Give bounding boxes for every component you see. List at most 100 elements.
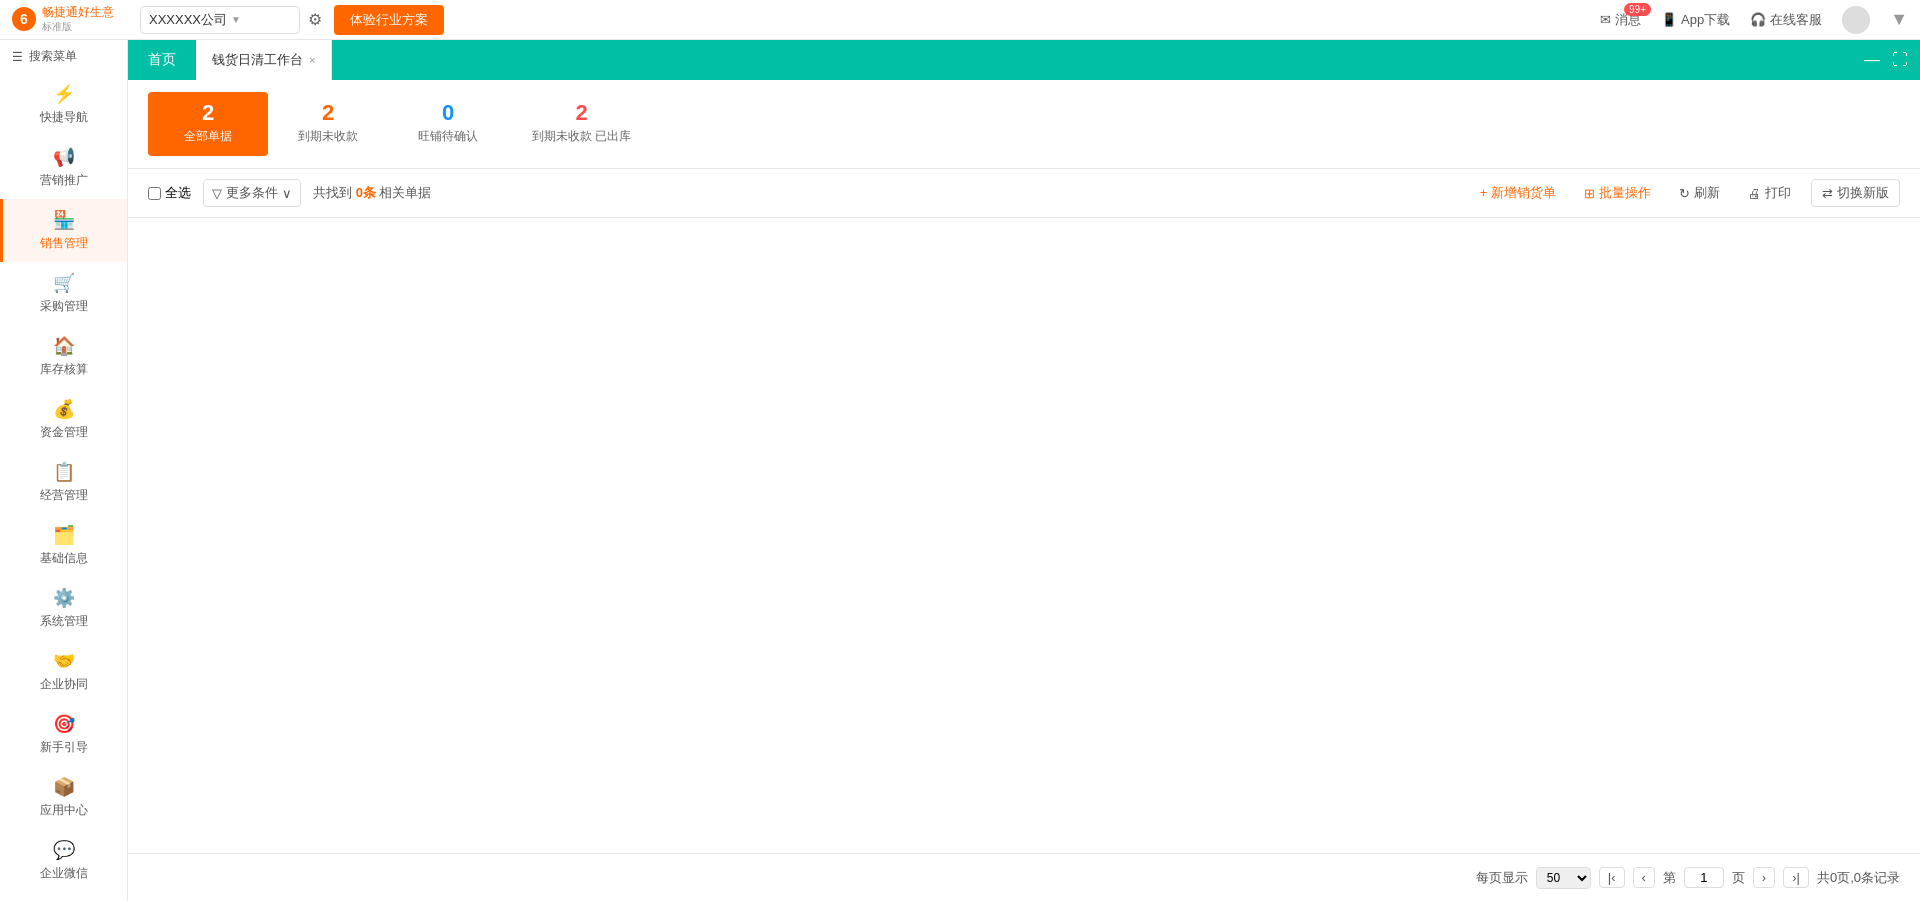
sidebar-item-finance[interactable]: 💰 资金管理 — [0, 388, 127, 451]
app-download-button[interactable]: 📱 App下载 — [1661, 11, 1730, 29]
sales-icon: 🏪 — [53, 209, 75, 231]
stat-tab-pending[interactable]: 0 旺铺待确认 — [388, 92, 508, 156]
sidebar-item-system[interactable]: ⚙️ 系统管理 — [0, 577, 127, 640]
stat-label-overdue: 到期未收款 — [298, 128, 358, 145]
stat-count-shipped: 2 — [576, 100, 588, 126]
sales-label: 销售管理 — [40, 235, 88, 252]
page-summary: 共0页,0条记录 — [1817, 869, 1900, 887]
last-page-button[interactable]: ›| — [1783, 867, 1809, 888]
quick-nav-label: 快捷导航 — [40, 109, 88, 126]
search-menu-icon: ☰ — [12, 50, 23, 64]
checkbox-input[interactable] — [148, 187, 161, 200]
tab-label: 钱货日清工作台 — [212, 51, 303, 69]
tab-maximize-button[interactable]: ⛶ — [1888, 47, 1912, 73]
avatar[interactable] — [1842, 6, 1870, 34]
switch-icon: ⇄ — [1822, 186, 1833, 201]
chevron-down-icon: ▼ — [231, 14, 241, 25]
marketing-label: 营销推广 — [40, 172, 88, 189]
sidebar-item-enterprise[interactable]: 🤝 企业协同 — [0, 640, 127, 703]
app-center-label: 应用中心 — [40, 802, 88, 819]
enterprise-icon: 🤝 — [53, 650, 75, 672]
sidebar-item-sales[interactable]: 🏪 销售管理 — [0, 199, 127, 262]
service-icon: 🎧 — [1750, 12, 1766, 27]
trial-button[interactable]: 体验行业方案 — [334, 5, 444, 35]
page-content: 2 全部单据 2 到期未收款 0 旺铺待确认 2 到期未收款 已出库 — [128, 80, 1920, 901]
stat-count-pending: 0 — [442, 100, 454, 126]
stat-label-pending: 旺铺待确认 — [418, 128, 478, 145]
company-name: XXXXXX公司 — [149, 11, 227, 29]
sidebar-item-search-menu[interactable]: ☰ 搜索菜单 — [0, 40, 127, 73]
tab-bar-actions: — ⛶ — [1860, 47, 1920, 73]
wechat-icon: 💬 — [53, 839, 75, 861]
sidebar-item-purchase[interactable]: 🛒 采购管理 — [0, 262, 127, 325]
message-icon: ✉ — [1600, 12, 1611, 27]
sidebar-item-marketing[interactable]: 📢 营销推广 — [0, 136, 127, 199]
logo-text: 畅捷通好生意 — [42, 5, 114, 19]
toolbar-right: + 新增销货单 ⊞ 批量操作 ↻ 刷新 🖨 打印 ⇄ — [1472, 179, 1900, 207]
page-size-label: 每页显示 — [1476, 869, 1528, 887]
page-number-input[interactable] — [1684, 867, 1724, 888]
wechat-label: 企业微信 — [40, 865, 88, 882]
filter-chevron-icon: ∨ — [282, 186, 292, 201]
prev-page-button[interactable]: ‹ — [1633, 867, 1655, 888]
filter-button[interactable]: ▽ 更多条件 ∨ — [203, 179, 301, 207]
tab-home[interactable]: 首页 — [128, 40, 196, 80]
found-count: 0条 — [356, 185, 376, 200]
sidebar-item-basic-info[interactable]: 🗂️ 基础信息 — [0, 514, 127, 577]
stat-tab-overdue[interactable]: 2 到期未收款 — [268, 92, 388, 156]
sidebar: ☰ 搜索菜单 ⚡ 快捷导航 📢 营销推广 🏪 销售管理 🛒 采购管理 🏠 库存核… — [0, 40, 128, 901]
toolbar: 全选 ▽ 更多条件 ∨ 共找到 0条 相关单据 + 新增销货单 ⊞ 批量操作 — [128, 169, 1920, 218]
download-icon: 📱 — [1661, 12, 1677, 27]
tab-minimize-button[interactable]: — — [1860, 47, 1884, 73]
inventory-label: 库存核算 — [40, 361, 88, 378]
app-center-icon: 📦 — [53, 776, 75, 798]
print-button[interactable]: 🖨 打印 — [1740, 180, 1799, 206]
filter-label: 更多条件 — [226, 184, 278, 202]
main-layout: ☰ 搜索菜单 ⚡ 快捷导航 📢 营销推广 🏪 销售管理 🛒 采购管理 🏠 库存核… — [0, 40, 1920, 901]
found-text: 共找到 0条 相关单据 — [313, 184, 431, 202]
next-page-button[interactable]: › — [1753, 867, 1775, 888]
company-selector[interactable]: XXXXXX公司 ▼ — [140, 6, 300, 34]
operations-label: 经营管理 — [40, 487, 88, 504]
basic-info-label: 基础信息 — [40, 550, 88, 567]
first-page-button[interactable]: |‹ — [1599, 867, 1625, 888]
sidebar-item-inventory[interactable]: 🏠 库存核算 — [0, 325, 127, 388]
refresh-button[interactable]: ↻ 刷新 — [1671, 180, 1728, 206]
select-all-label: 全选 — [165, 184, 191, 202]
stat-label-shipped: 到期未收款 已出库 — [532, 128, 631, 145]
close-tab-icon[interactable]: × — [309, 54, 315, 66]
settings-icon[interactable]: ⚙ — [308, 10, 322, 29]
sidebar-item-guide[interactable]: 🎯 新手引导 — [0, 703, 127, 766]
finance-label: 资金管理 — [40, 424, 88, 441]
app-download-label: App下载 — [1681, 11, 1730, 29]
page-prefix: 第 — [1663, 869, 1676, 887]
sidebar-item-app-center[interactable]: 📦 应用中心 — [0, 766, 127, 829]
finance-icon: 💰 — [53, 398, 75, 420]
user-name[interactable]: ▼ — [1890, 9, 1908, 30]
logo-icon: 6 — [12, 7, 36, 31]
quick-nav-icon: ⚡ — [53, 83, 75, 105]
filter-icon: ▽ — [212, 186, 222, 201]
system-label: 系统管理 — [40, 613, 88, 630]
basic-info-icon: 🗂️ — [53, 524, 75, 546]
add-sales-order-button[interactable]: + 新增销货单 — [1472, 180, 1564, 206]
switch-version-button[interactable]: ⇄ 切换新版 — [1811, 179, 1900, 207]
inventory-icon: 🏠 — [53, 335, 75, 357]
batch-icon: ⊞ — [1584, 186, 1595, 201]
message-badge: 99+ — [1624, 3, 1651, 16]
batch-operation-button[interactable]: ⊞ 批量操作 — [1576, 180, 1659, 206]
enterprise-label: 企业协同 — [40, 676, 88, 693]
sidebar-item-operations[interactable]: 📋 经营管理 — [0, 451, 127, 514]
online-service-button[interactable]: 🎧 在线客服 — [1750, 11, 1822, 29]
sidebar-item-member[interactable]: ▽ 畅会员 — [0, 892, 127, 901]
sidebar-item-wechat[interactable]: 💬 企业微信 — [0, 829, 127, 892]
stat-tab-all[interactable]: 2 全部单据 — [148, 92, 268, 156]
stat-label-all: 全部单据 — [184, 128, 232, 145]
select-all-checkbox[interactable]: 全选 — [148, 184, 191, 202]
message-button[interactable]: ✉ 消息 99+ — [1600, 11, 1641, 29]
tab-current[interactable]: 钱货日清工作台 × — [196, 40, 332, 80]
stat-tab-shipped[interactable]: 2 到期未收款 已出库 — [508, 92, 655, 156]
page-size-select[interactable]: 50 100 200 — [1536, 867, 1591, 889]
sidebar-item-quick-nav[interactable]: ⚡ 快捷导航 — [0, 73, 127, 136]
service-label: 在线客服 — [1770, 11, 1822, 29]
